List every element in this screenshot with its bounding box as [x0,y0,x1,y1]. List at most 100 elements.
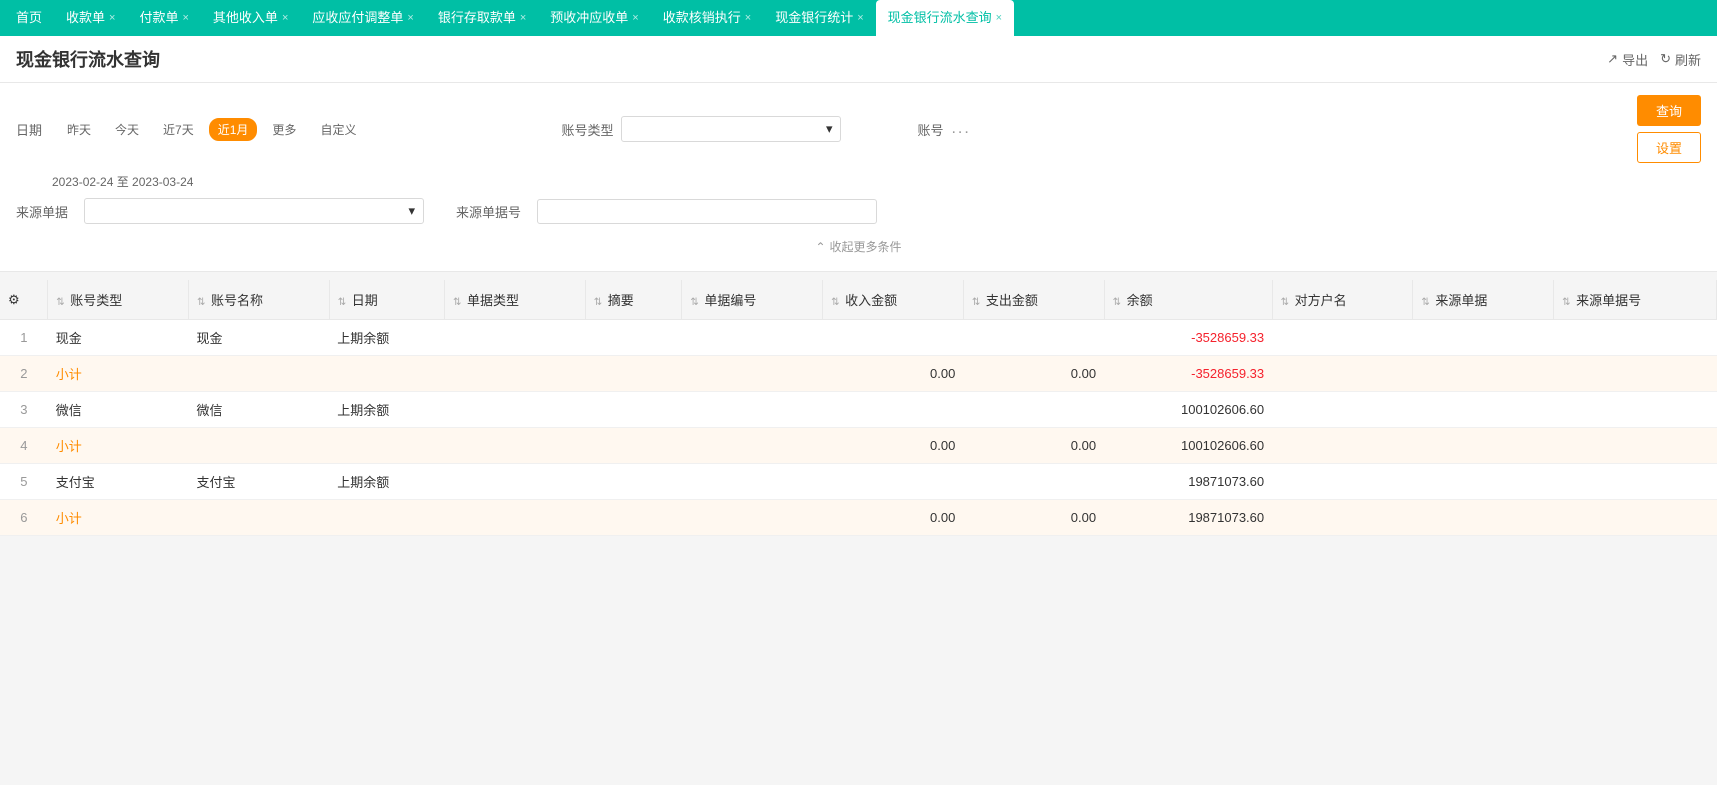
cell-account-name: 支付宝 [188,464,329,500]
nav-tab-prepay[interactable]: 预收冲应收单 × [538,0,650,36]
nav-tab-write-off[interactable]: 收款核销执行 × [651,0,763,36]
refresh-label: 刷新 [1675,50,1701,69]
date-range-display: 2023-02-24 至 2023-03-24 [52,175,193,189]
col-date[interactable]: ⇅ 日期 [329,280,444,320]
date-yesterday[interactable]: 昨天 [58,118,100,141]
col-source-doc-label: 来源单据 [1435,293,1487,308]
col-summary[interactable]: ⇅ 摘要 [585,280,682,320]
col-account-type[interactable]: ⇅ 账号类型 [48,280,189,320]
nav-home[interactable]: 首页 [4,0,54,36]
col-account-name[interactable]: ⇅ 账号名称 [188,280,329,320]
filter-row-date: 日期 昨天 今天 近7天 近1月 更多 自定义 账号类型 ▾ 账号 ... 查询… [16,95,1701,163]
col-expense[interactable]: ⇅ 支出金额 [963,280,1104,320]
cell-doc-no [682,428,823,464]
cell-account-name: 微信 [188,392,329,428]
query-button[interactable]: 查询 [1637,95,1701,126]
source-doc-select[interactable]: ▾ [84,198,424,224]
col-counterparty-label: 对方户名 [1295,293,1347,308]
refresh-icon: ↻ [1660,51,1671,67]
col-doc-type[interactable]: ⇅ 单据类型 [444,280,585,320]
col-counterparty[interactable]: ⇅ 对方户名 [1272,280,1413,320]
nav-tab-bank-close[interactable]: × [520,0,526,36]
sort-icon-source-doc-no: ⇅ [1562,297,1570,308]
cell-account-name [188,500,329,536]
nav-tab-other-income-close[interactable]: × [282,0,288,36]
col-account-type-label: 账号类型 [70,293,122,308]
nav-tab-bank[interactable]: 银行存取款单 × [426,0,538,36]
cell-source-doc [1413,356,1554,392]
cell-date: 上期余额 [329,464,444,500]
date-last1month[interactable]: 近1月 [209,118,258,141]
date-last7[interactable]: 近7天 [154,118,203,141]
cell-row-num: 5 [0,464,48,500]
collapse-bar[interactable]: ⌃ 收起更多条件 [16,234,1701,259]
cell-income: 0.00 [823,428,964,464]
nav-tab-cashflow-close[interactable]: × [996,0,1002,36]
nav-tab-adjust[interactable]: 应收应付调整单 × [300,0,425,36]
col-source-doc[interactable]: ⇅ 来源单据 [1413,280,1554,320]
nav-tab-prepay-close[interactable]: × [632,0,638,36]
refresh-button[interactable]: ↻ 刷新 [1660,50,1701,69]
cell-balance: 100102606.60 [1104,392,1272,428]
data-table: ⚙ ⇅ 账号类型 ⇅ 账号名称 ⇅ 日期 ⇅ 单据类型 [0,280,1717,536]
col-expense-label: 支出金额 [986,293,1038,308]
settings-button[interactable]: 设置 [1637,132,1701,163]
cell-doc-no [682,500,823,536]
col-source-doc-no[interactable]: ⇅ 来源单据号 [1554,280,1717,320]
col-balance[interactable]: ⇅ 余额 [1104,280,1272,320]
chevron-up-icon: ⌃ [815,240,825,254]
cell-balance: 19871073.60 [1104,464,1272,500]
cell-source-doc-no [1554,500,1717,536]
cell-date: 上期余额 [329,320,444,356]
cell-row-num: 1 [0,320,48,356]
account-type-select[interactable]: ▾ [621,116,841,142]
cell-balance: -3528659.33 [1104,356,1272,392]
date-more[interactable]: 更多 [263,118,305,141]
sort-icon-account-name: ⇅ [197,297,205,308]
nav-tab-write-off-close[interactable]: × [745,0,751,36]
nav-tab-receipts-label: 收款单 [66,0,105,36]
sort-icon-doc-type: ⇅ [453,297,461,308]
cell-doc-type [444,320,585,356]
table-row: 6 小计 0.00 0.00 19871073.60 [0,500,1717,536]
nav-tab-cashflow-label: 现金银行流水查询 [888,0,992,36]
date-today[interactable]: 今天 [106,118,148,141]
cell-expense: 0.00 [963,500,1104,536]
cell-account-type: 支付宝 [48,464,189,500]
cell-doc-type [444,500,585,536]
account-dots[interactable]: ... [951,120,970,138]
nav-tab-cashflow[interactable]: 现金银行流水查询 × [876,0,1014,36]
cell-row-num: 6 [0,500,48,536]
nav-tab-stats-close[interactable]: × [857,0,863,36]
nav-tab-receipts[interactable]: 收款单 × [54,0,127,36]
sort-icon-source-doc: ⇅ [1421,297,1429,308]
nav-tab-payments[interactable]: 付款单 × [127,0,200,36]
col-income[interactable]: ⇅ 收入金额 [823,280,964,320]
cell-source-doc [1413,500,1554,536]
cell-doc-no [682,392,823,428]
cell-income [823,320,964,356]
nav-tab-receipts-close[interactable]: × [109,0,115,36]
table-row: 5 支付宝 支付宝 上期余额 19871073.60 [0,464,1717,500]
cell-date [329,356,444,392]
nav-tab-stats[interactable]: 现金银行统计 × [763,0,875,36]
cell-balance: 100102606.60 [1104,428,1272,464]
chevron-down-icon: ▾ [826,121,833,137]
cell-expense: 0.00 [963,356,1104,392]
col-doc-no[interactable]: ⇅ 单据编号 [682,280,823,320]
cell-expense [963,392,1104,428]
sort-icon-date: ⇅ [338,297,346,308]
nav-tab-payments-close[interactable]: × [182,0,188,36]
col-balance-label: 余额 [1127,293,1153,308]
col-settings[interactable]: ⚙ [0,280,48,320]
gear-icon[interactable]: ⚙ [8,292,20,307]
cell-row-num: 2 [0,356,48,392]
export-button[interactable]: ↗ 导出 [1607,50,1648,69]
source-doc-no-input[interactable] [537,199,877,224]
cell-income: 0.00 [823,500,964,536]
cell-row-num: 4 [0,428,48,464]
date-custom[interactable]: 自定义 [311,118,365,141]
nav-tab-other-income[interactable]: 其他收入单 × [201,0,300,36]
nav-tab-adjust-close[interactable]: × [407,0,413,36]
cell-doc-type [444,356,585,392]
